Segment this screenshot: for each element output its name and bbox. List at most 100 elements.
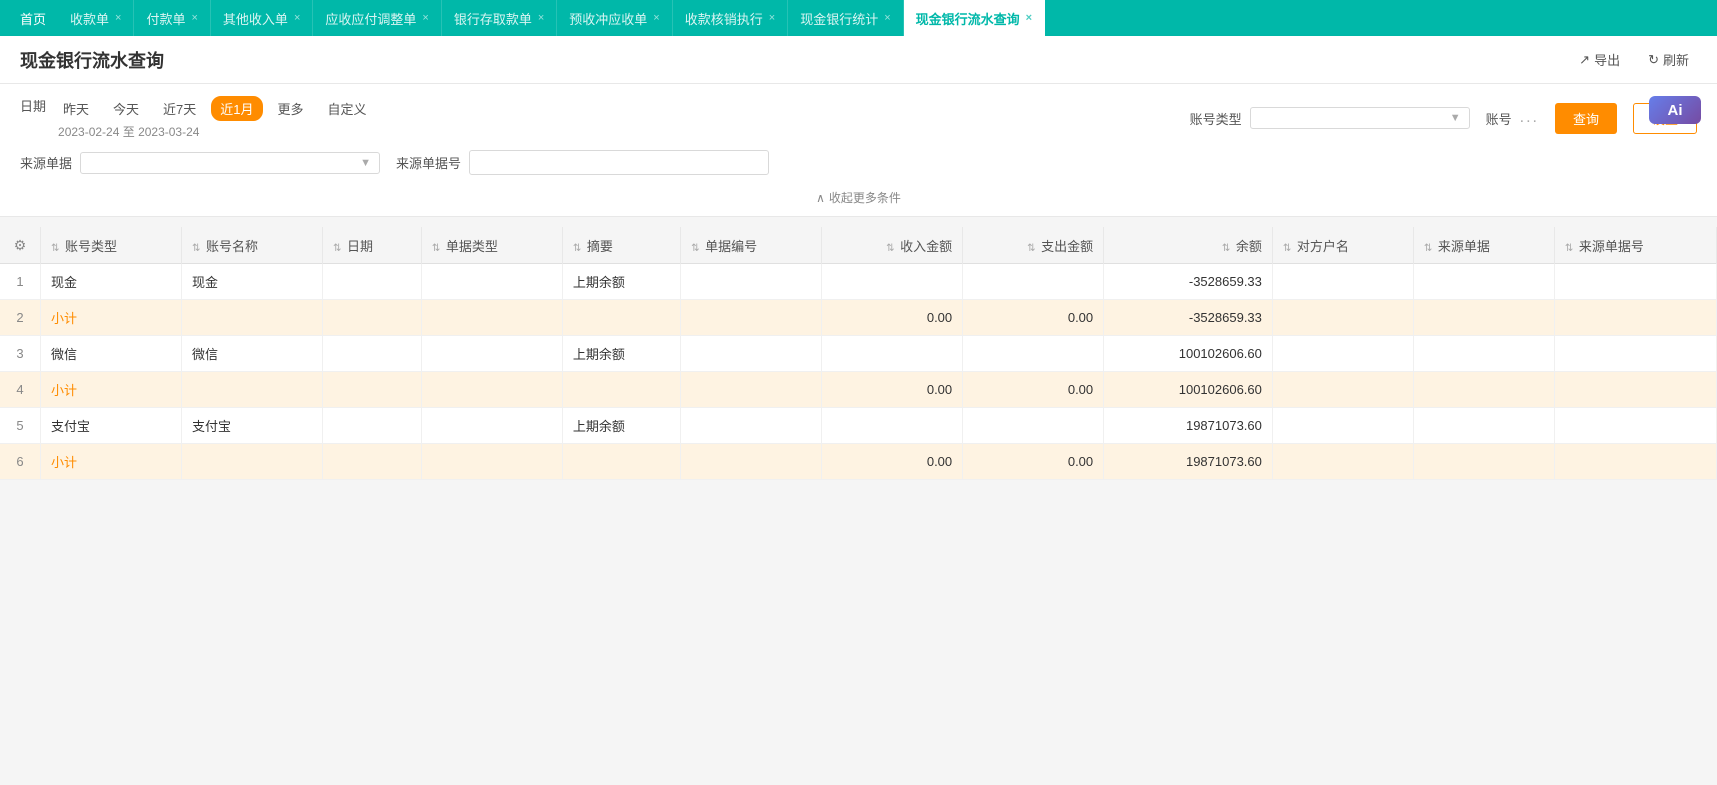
col-counterpart[interactable]: ⇅ 对方户名: [1272, 227, 1413, 264]
col-source-doc[interactable]: ⇅ 来源单据: [1413, 227, 1554, 264]
more-icon[interactable]: ...: [1520, 109, 1539, 127]
cell-expense: 0.00: [963, 372, 1104, 408]
nav-tab-1[interactable]: 付款单 ×: [134, 0, 210, 36]
cell-balance: 19871073.60: [1104, 408, 1273, 444]
close-icon[interactable]: ×: [884, 12, 890, 24]
sort-icon: ⇅: [1565, 243, 1573, 254]
cell-summary: [562, 372, 680, 408]
date-btn-today[interactable]: 今天: [104, 96, 148, 121]
page-title: 现金银行流水查询: [20, 47, 164, 73]
cell-date: [323, 264, 422, 300]
cell-doc-num: [681, 372, 822, 408]
table-row[interactable]: 4小计0.000.00100102606.60: [0, 372, 1717, 408]
col-balance[interactable]: ⇅ 余额: [1104, 227, 1273, 264]
close-icon[interactable]: ×: [769, 12, 775, 24]
sort-icon: ⇅: [1424, 243, 1432, 254]
cell-income: [822, 336, 963, 372]
cell-doc-type: [421, 444, 562, 480]
nav-tab-6[interactable]: 收款核销执行 ×: [673, 0, 788, 36]
cell-expense: [963, 408, 1104, 444]
cell-counterpart: [1272, 444, 1413, 480]
table-row[interactable]: 2小计0.000.00-3528659.33: [0, 300, 1717, 336]
date-label: 日期: [20, 96, 46, 115]
source-doc-label: 来源单据: [20, 153, 72, 172]
gear-icon[interactable]: ⚙: [10, 235, 30, 255]
close-icon[interactable]: ×: [1026, 12, 1032, 24]
cell-balance: -3528659.33: [1104, 300, 1273, 336]
date-btn-1month[interactable]: 近1月: [211, 96, 262, 121]
date-filter-group: 日期 昨天 今天 近7天 近1月 更多 自定义 2023-02-24 至 202…: [20, 96, 376, 140]
source-doc-select[interactable]: ▼: [80, 152, 380, 174]
col-summary[interactable]: ⇅ 摘要: [562, 227, 680, 264]
cell-source-doc: [1413, 264, 1554, 300]
date-btn-7days[interactable]: 近7天: [154, 96, 205, 121]
close-icon[interactable]: ×: [653, 12, 659, 24]
top-nav: 首页 收款单 × 付款单 × 其他收入单 × 应收应付调整单 × 银行存取款单 …: [0, 0, 1717, 36]
col-doc-type[interactable]: ⇅ 单据类型: [421, 227, 562, 264]
query-button[interactable]: 查询: [1555, 103, 1617, 134]
nav-home[interactable]: 首页: [8, 9, 58, 28]
nav-tab-0[interactable]: 收款单 ×: [58, 0, 134, 36]
cell-source-doc-num: [1554, 444, 1716, 480]
col-account-name[interactable]: ⇅ 账号名称: [182, 227, 323, 264]
nav-tab-5[interactable]: 预收冲应收单 ×: [557, 0, 672, 36]
cell-doc-type: [421, 372, 562, 408]
source-doc-num-label: 来源单据号: [396, 153, 461, 172]
close-icon[interactable]: ×: [294, 12, 300, 24]
filter-row-1: 日期 昨天 今天 近7天 近1月 更多 自定义 2023-02-24 至 202…: [20, 96, 1697, 140]
cell-source-doc-num: [1554, 264, 1716, 300]
close-icon[interactable]: ×: [538, 12, 544, 24]
cell-account-name: [182, 300, 323, 336]
cell-summary: 上期余额: [562, 336, 680, 372]
close-icon[interactable]: ×: [191, 12, 197, 24]
date-btn-yesterday[interactable]: 昨天: [54, 96, 98, 121]
close-icon[interactable]: ×: [115, 12, 121, 24]
nav-tab-8[interactable]: 现金银行流水查询 ×: [904, 0, 1045, 36]
cell-summary: 上期余额: [562, 264, 680, 300]
cell-source-doc-num: [1554, 336, 1716, 372]
col-doc-num[interactable]: ⇅ 单据编号: [681, 227, 822, 264]
table-row[interactable]: 5支付宝支付宝上期余额19871073.60: [0, 408, 1717, 444]
table-row[interactable]: 1现金现金上期余额-3528659.33: [0, 264, 1717, 300]
gear-column-header[interactable]: ⚙: [0, 227, 41, 264]
cell-date: [323, 372, 422, 408]
col-account-type[interactable]: ⇅ 账号类型: [41, 227, 182, 264]
row-number: 1: [0, 264, 41, 300]
export-button[interactable]: ↗ 导出: [1571, 46, 1628, 73]
nav-tab-7[interactable]: 现金银行统计 ×: [788, 0, 903, 36]
row-number: 2: [0, 300, 41, 336]
cell-account-type: 小计: [41, 300, 182, 336]
nav-tab-3[interactable]: 应收应付调整单 ×: [313, 0, 441, 36]
table-row[interactable]: 3微信微信上期余额100102606.60: [0, 336, 1717, 372]
collapse-bar[interactable]: ∧ 收起更多条件: [20, 185, 1697, 208]
cell-counterpart: [1272, 264, 1413, 300]
col-date[interactable]: ⇅ 日期: [323, 227, 422, 264]
refresh-icon: ↻: [1648, 52, 1659, 68]
col-expense[interactable]: ⇅ 支出金额: [963, 227, 1104, 264]
cell-counterpart: [1272, 408, 1413, 444]
cell-expense: 0.00: [963, 300, 1104, 336]
table-body: 1现金现金上期余额-3528659.332小计 0.00 0.00-3528659.…: [0, 264, 1717, 480]
cell-balance: 100102606.60: [1104, 372, 1273, 408]
ai-badge[interactable]: Ai: [1649, 96, 1701, 124]
cell-account-type: 支付宝: [41, 408, 182, 444]
cell-doc-num: [681, 264, 822, 300]
sort-icon: ⇅: [886, 243, 894, 254]
date-btn-custom[interactable]: 自定义: [319, 96, 376, 121]
cell-doc-type: [421, 300, 562, 336]
col-source-doc-num[interactable]: ⇅ 来源单据号: [1554, 227, 1716, 264]
refresh-button[interactable]: ↻ 刷新: [1640, 46, 1697, 73]
table-row[interactable]: 6小计0.000.0019871073.60: [0, 444, 1717, 480]
cell-account-type: 小计: [41, 372, 182, 408]
page-header: 现金银行流水查询 ↗ 导出 ↻ 刷新: [0, 36, 1717, 84]
nav-tab-4[interactable]: 银行存取款单 ×: [442, 0, 557, 36]
account-type-select[interactable]: ▼: [1250, 107, 1470, 129]
source-doc-num-input[interactable]: [469, 150, 769, 175]
close-icon[interactable]: ×: [422, 12, 428, 24]
date-btn-more[interactable]: 更多: [269, 96, 313, 121]
cell-source-doc: [1413, 444, 1554, 480]
row-number: 4: [0, 372, 41, 408]
account-filter: 账号 ...: [1486, 109, 1539, 128]
nav-tab-2[interactable]: 其他收入单 ×: [211, 0, 313, 36]
col-income[interactable]: ⇅ 收入金额: [822, 227, 963, 264]
